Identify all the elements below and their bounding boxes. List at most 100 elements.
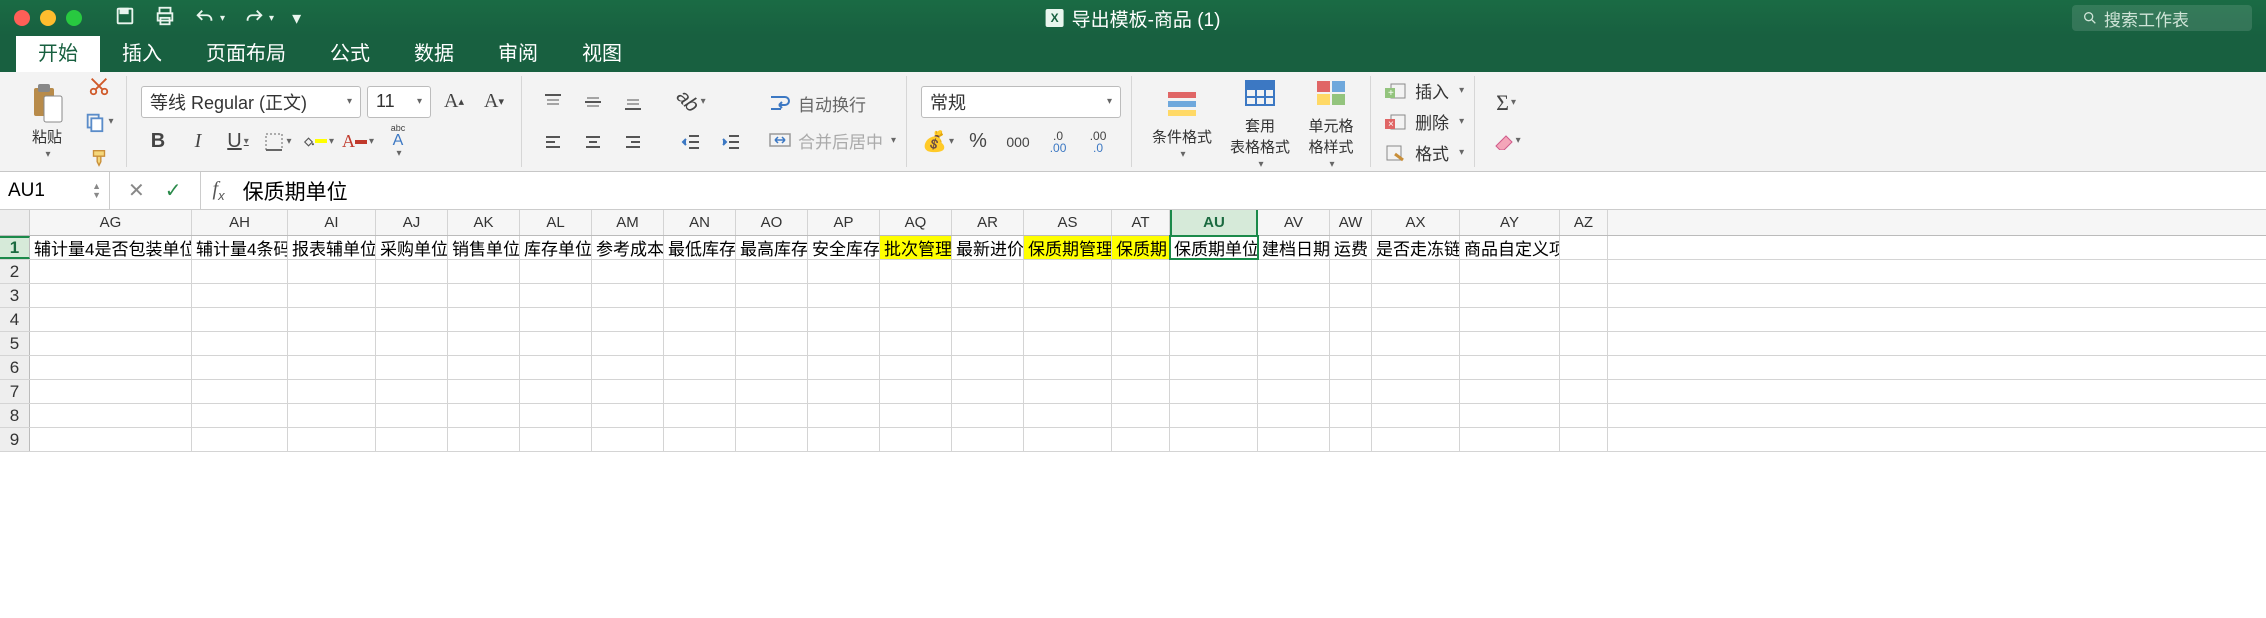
number-format-select[interactable]: 常规▾: [921, 86, 1121, 118]
cell-AX8[interactable]: [1372, 404, 1460, 427]
cell-AX7[interactable]: [1372, 380, 1460, 403]
fx-label[interactable]: fx: [201, 178, 237, 203]
cell-AS6[interactable]: [1024, 356, 1112, 379]
cell-AX6[interactable]: [1372, 356, 1460, 379]
enter-formula-button[interactable]: ✓: [165, 178, 182, 203]
print-icon[interactable]: [154, 5, 176, 32]
cell-AR3[interactable]: [952, 284, 1024, 307]
cell-AS2[interactable]: [1024, 260, 1112, 283]
cell-AO5[interactable]: [736, 332, 808, 355]
cell-AK3[interactable]: [448, 284, 520, 307]
formula-input[interactable]: 保质期单位: [237, 176, 2266, 206]
align-center-button[interactable]: [576, 126, 610, 158]
cell-AX3[interactable]: [1372, 284, 1460, 307]
decrease-indent-button[interactable]: [674, 126, 708, 158]
cell-AR4[interactable]: [952, 308, 1024, 331]
cell-AP4[interactable]: [808, 308, 880, 331]
cell-AL9[interactable]: [520, 428, 592, 451]
wrap-text-button[interactable]: 自动换行: [768, 91, 896, 116]
phonetic-button[interactable]: abcA▾: [381, 126, 415, 158]
format-cells-button[interactable]: 格式▾: [1385, 140, 1464, 165]
cell-AG5[interactable]: [30, 332, 192, 355]
cell-AN6[interactable]: [664, 356, 736, 379]
cell-AW1[interactable]: 运费: [1330, 236, 1372, 259]
cell-AR5[interactable]: [952, 332, 1024, 355]
cell-AZ3[interactable]: [1560, 284, 1608, 307]
cell-AS9[interactable]: [1024, 428, 1112, 451]
cell-AH7[interactable]: [192, 380, 288, 403]
cell-AZ7[interactable]: [1560, 380, 1608, 403]
cell-AM6[interactable]: [592, 356, 664, 379]
cell-AG2[interactable]: [30, 260, 192, 283]
cell-AP2[interactable]: [808, 260, 880, 283]
cell-AK1[interactable]: 销售单位: [448, 236, 520, 259]
cell-AY6[interactable]: [1460, 356, 1560, 379]
cell-AL2[interactable]: [520, 260, 592, 283]
cell-AZ5[interactable]: [1560, 332, 1608, 355]
cell-AN5[interactable]: [664, 332, 736, 355]
autosum-button[interactable]: Σ▾: [1489, 87, 1523, 119]
cell-AZ9[interactable]: [1560, 428, 1608, 451]
cell-AG1[interactable]: 辅计量4是否包装单位: [30, 236, 192, 259]
tab-insert[interactable]: 插入: [100, 31, 184, 72]
cell-AN8[interactable]: [664, 404, 736, 427]
cancel-formula-button[interactable]: ✕: [128, 178, 145, 203]
cell-AK5[interactable]: [448, 332, 520, 355]
paste-button[interactable]: 粘贴 ▾: [18, 82, 76, 162]
increase-decimal-button[interactable]: .0.00: [1041, 126, 1075, 158]
cell-AJ6[interactable]: [376, 356, 448, 379]
cell-AP7[interactable]: [808, 380, 880, 403]
cut-button[interactable]: [82, 70, 116, 102]
tab-review[interactable]: 审阅: [476, 31, 560, 72]
cell-AT5[interactable]: [1112, 332, 1170, 355]
cell-AS5[interactable]: [1024, 332, 1112, 355]
cell-AG7[interactable]: [30, 380, 192, 403]
cell-AV1[interactable]: 建档日期: [1258, 236, 1330, 259]
cell-AZ6[interactable]: [1560, 356, 1608, 379]
tab-page-layout[interactable]: 页面布局: [184, 31, 308, 72]
row-header-3[interactable]: 3: [0, 284, 30, 307]
cell-AK8[interactable]: [448, 404, 520, 427]
close-window-button[interactable]: [14, 10, 30, 26]
insert-cells-button[interactable]: + 插入▾: [1385, 78, 1464, 103]
cell-AR8[interactable]: [952, 404, 1024, 427]
cell-AI4[interactable]: [288, 308, 376, 331]
cell-AT8[interactable]: [1112, 404, 1170, 427]
name-box[interactable]: AU1 ▲▼: [0, 172, 110, 209]
cell-AU9[interactable]: [1170, 428, 1258, 451]
cell-AY3[interactable]: [1460, 284, 1560, 307]
cell-AX9[interactable]: [1372, 428, 1460, 451]
cell-AQ2[interactable]: [880, 260, 952, 283]
column-header-AH[interactable]: AH: [192, 210, 288, 235]
cell-AP9[interactable]: [808, 428, 880, 451]
cell-AL7[interactable]: [520, 380, 592, 403]
tab-view[interactable]: 视图: [560, 31, 644, 72]
cell-AQ6[interactable]: [880, 356, 952, 379]
cell-AO6[interactable]: [736, 356, 808, 379]
column-header-AQ[interactable]: AQ: [880, 210, 952, 235]
cell-AW4[interactable]: [1330, 308, 1372, 331]
cell-AW7[interactable]: [1330, 380, 1372, 403]
increase-font-button[interactable]: A▴: [437, 86, 471, 118]
percent-button[interactable]: %: [961, 126, 995, 158]
cell-AQ8[interactable]: [880, 404, 952, 427]
column-header-AW[interactable]: AW: [1330, 210, 1372, 235]
cell-AS3[interactable]: [1024, 284, 1112, 307]
cell-AU6[interactable]: [1170, 356, 1258, 379]
tab-home[interactable]: 开始: [16, 31, 100, 72]
cell-AV4[interactable]: [1258, 308, 1330, 331]
column-header-AT[interactable]: AT: [1112, 210, 1170, 235]
align-middle-button[interactable]: [576, 86, 610, 118]
italic-button[interactable]: I: [181, 126, 215, 158]
cell-AN2[interactable]: [664, 260, 736, 283]
align-left-button[interactable]: [536, 126, 570, 158]
cell-AM9[interactable]: [592, 428, 664, 451]
font-size-select[interactable]: 11▾: [367, 86, 431, 118]
cell-AP3[interactable]: [808, 284, 880, 307]
cell-AG8[interactable]: [30, 404, 192, 427]
cell-AI7[interactable]: [288, 380, 376, 403]
cell-AU5[interactable]: [1170, 332, 1258, 355]
cell-AH8[interactable]: [192, 404, 288, 427]
orientation-button[interactable]: ab▾: [674, 86, 708, 118]
row-header-4[interactable]: 4: [0, 308, 30, 331]
